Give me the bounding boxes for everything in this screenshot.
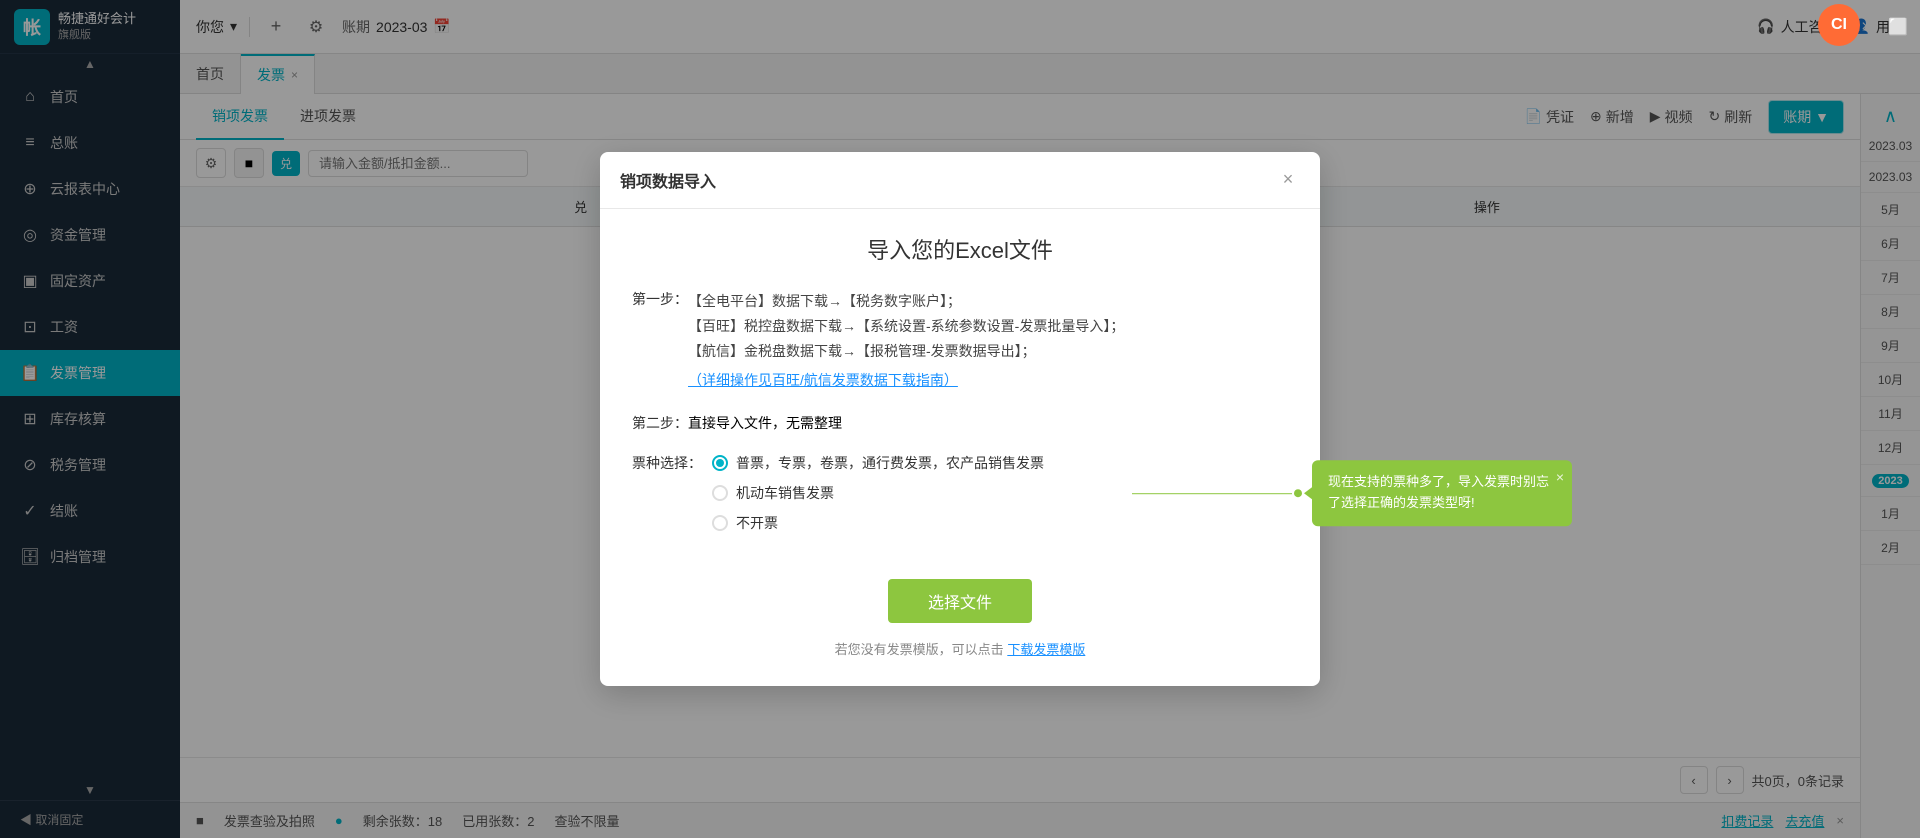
step2-label: 第二步：: [632, 413, 688, 433]
tooltip-dot: [1292, 487, 1304, 499]
step1-line-0: 【全电平台】数据下载→【税务数字账户】；: [688, 289, 1124, 314]
tooltip-line: [1132, 493, 1292, 494]
radio-label-0: 普票，专票，卷票，通行费发票，农产品销售发票: [736, 453, 1044, 473]
tooltip-container: × 现在支持的票种多了，导入发票时别忘了选择正确的发票类型呀!: [1132, 461, 1572, 527]
modal-body: 导入您的Excel文件 第一步： 【全电平台】数据下载→【税务数字账户】； 【百…: [600, 209, 1320, 687]
footer-text: 若您没有发票模版，可以点击: [835, 642, 1004, 657]
modal-title: 销项数据导入: [620, 168, 716, 192]
tooltip-close-button[interactable]: ×: [1556, 467, 1564, 489]
modal-close-button[interactable]: ×: [1276, 168, 1300, 192]
ci-avatar-area: CI: [1818, 4, 1860, 46]
radio-row-2: 不开票: [712, 513, 1044, 533]
step1-link[interactable]: （详细操作见百旺/航信发票数据下载指南）: [688, 372, 958, 388]
step2-block: 第二步： 直接导入文件，无需整理: [632, 413, 1288, 433]
modal-main-title: 导入您的Excel文件: [632, 233, 1288, 265]
modal-header: 销项数据导入 ×: [600, 152, 1320, 209]
radio-section: 票种选择： 普票，专票，卷票，通行费发票，农产品销售发票 机动车销售发票: [632, 453, 1288, 559]
radio-label: 票种选择：: [632, 453, 712, 473]
step1-content: 【全电平台】数据下载→【税务数字账户】； 【百旺】税控盘数据下载→【系统设置-系…: [688, 289, 1124, 394]
radio-2[interactable]: [712, 515, 728, 531]
download-template-link[interactable]: 下载发票模版: [1007, 642, 1085, 657]
radio-1[interactable]: [712, 485, 728, 501]
import-modal: 销项数据导入 × 导入您的Excel文件 第一步： 【全电平台】数据下载→【税务…: [600, 152, 1320, 687]
modal-overlay: 销项数据导入 × 导入您的Excel文件 第一步： 【全电平台】数据下载→【税务…: [0, 0, 1920, 838]
maximize-window-button[interactable]: ⬜: [1884, 13, 1912, 41]
tooltip-popup: × 现在支持的票种多了，导入发票时别忘了选择正确的发票类型呀!: [1312, 461, 1572, 527]
radio-row-0: 普票，专票，卷票，通行费发票，农产品销售发票: [712, 453, 1044, 473]
step1-link-container: （详细操作见百旺/航信发票数据下载指南）: [688, 368, 1124, 393]
tooltip-text: 现在支持的票种多了，导入发票时别忘了选择正确的发票类型呀!: [1328, 475, 1549, 511]
radio-row-1: 机动车销售发票 × 现在支持的票种多了，导入发票时别忘了选择正确的发票类型呀!: [712, 483, 1044, 503]
select-file-button[interactable]: 选择文件: [888, 579, 1032, 623]
step1-line-1: 【百旺】税控盘数据下载→【系统设置-系统参数设置-发票批量导入】；: [688, 314, 1124, 339]
modal-footer: 若您没有发票模版，可以点击 下载发票模版: [632, 639, 1288, 658]
radio-group: 普票，专票，卷票，通行费发票，农产品销售发票 机动车销售发票 × 现在支持的票种…: [712, 453, 1044, 543]
step2-content: 直接导入文件，无需整理: [688, 413, 842, 433]
radio-label-1: 机动车销售发票: [736, 483, 834, 503]
step1-block: 第一步： 【全电平台】数据下载→【税务数字账户】； 【百旺】税控盘数据下载→【系…: [632, 289, 1288, 394]
step1-label: 第一步：: [632, 289, 688, 394]
ci-avatar: CI: [1818, 4, 1860, 46]
step1-line-2: 【航信】金税盘数据下载→【报税管理-发票数据导出】；: [688, 339, 1124, 364]
radio-label-2: 不开票: [736, 513, 778, 533]
select-file-container: 选择文件: [632, 579, 1288, 623]
radio-0[interactable]: [712, 455, 728, 471]
